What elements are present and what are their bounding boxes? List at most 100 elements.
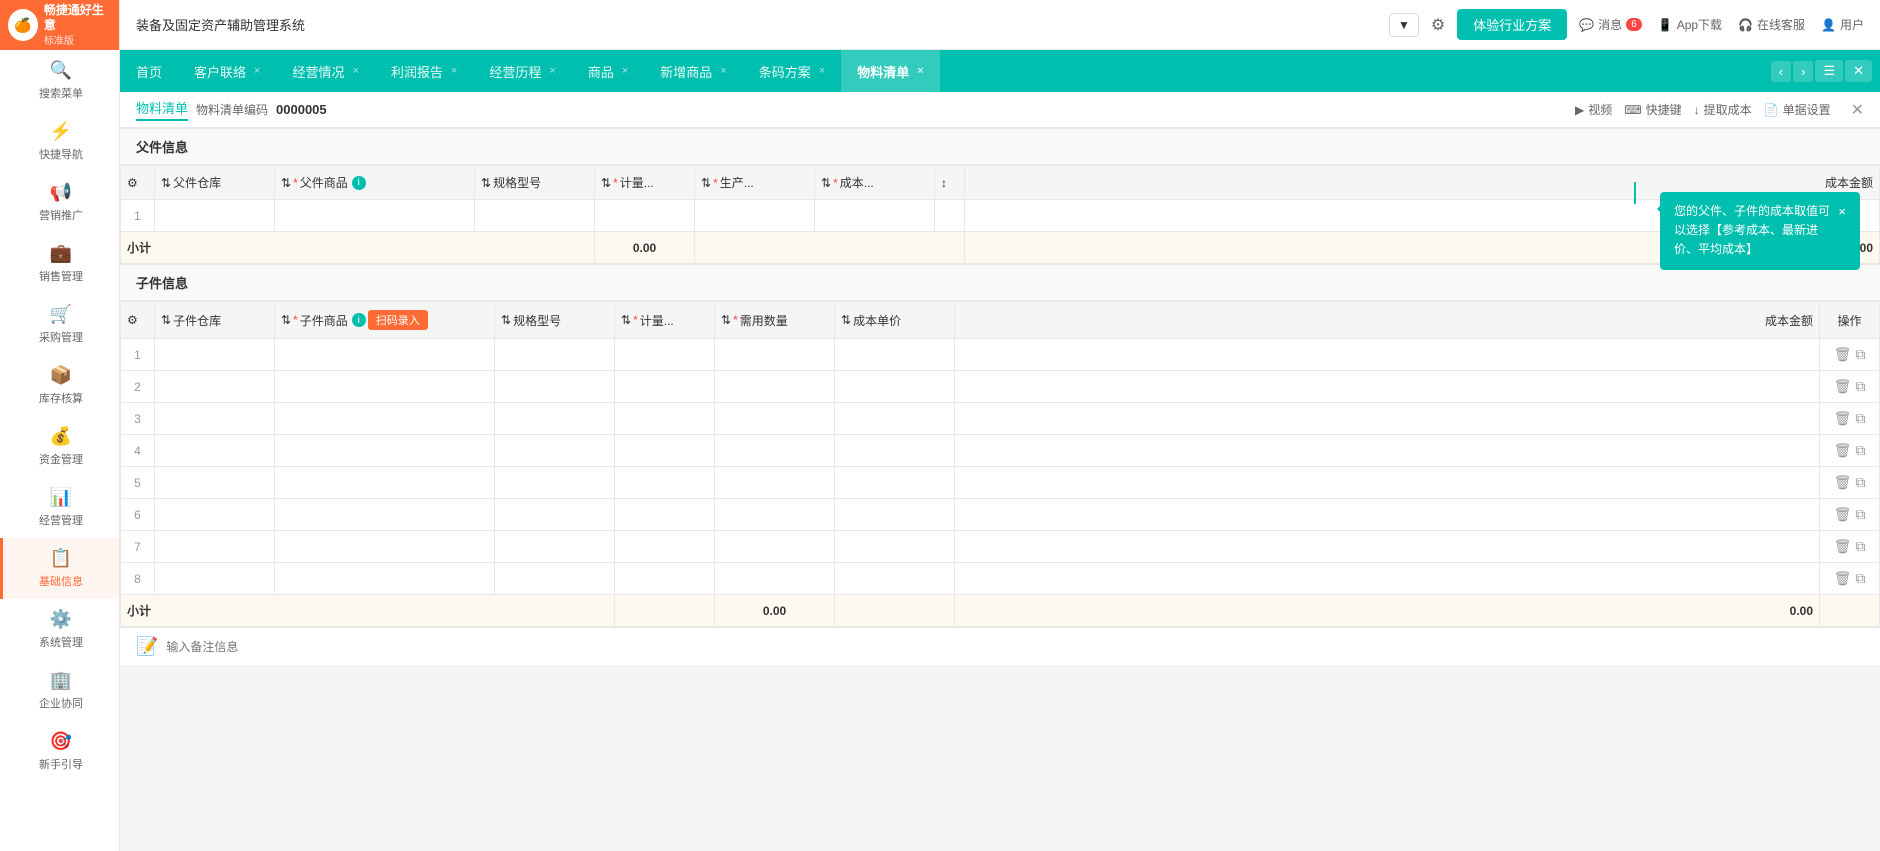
child-row-qty[interactable]	[715, 435, 835, 467]
child-row-spec[interactable]	[495, 467, 615, 499]
tooltip-close-btn[interactable]: ×	[1838, 202, 1846, 223]
tab-customer-close[interactable]: ×	[254, 65, 260, 77]
sidebar-item-inventory[interactable]: 📦 库存核算	[0, 355, 119, 416]
tab-barcode[interactable]: 条码方案 ×	[743, 50, 841, 92]
online-service-btn[interactable]: 🎧 在线客服	[1738, 16, 1805, 33]
sidebar-item-sales[interactable]: 💼 销售管理	[0, 233, 119, 294]
tab-products[interactable]: 商品 ×	[572, 50, 644, 92]
child-row-qty[interactable]	[715, 531, 835, 563]
system-selector[interactable]: ▼	[1389, 13, 1419, 37]
child-row-product[interactable]	[275, 371, 495, 403]
parent-row-product[interactable]	[275, 200, 475, 232]
child-row-product[interactable]	[275, 339, 495, 371]
sidebar-item-purchase[interactable]: 🛒 采购管理	[0, 294, 119, 355]
child-row-qty[interactable]	[715, 371, 835, 403]
sidebar-item-search[interactable]: 🔍 搜索菜单	[0, 50, 119, 111]
child-row-warehouse[interactable]	[155, 499, 275, 531]
child-row-cost-price[interactable]	[835, 563, 955, 595]
child-row-product[interactable]	[275, 467, 495, 499]
tab-new-product[interactable]: 新增商品 ×	[644, 50, 742, 92]
child-row-cost-price[interactable]	[835, 531, 955, 563]
note-input[interactable]	[166, 640, 1864, 654]
tab-operation-status-close[interactable]: ×	[352, 65, 358, 77]
child-row-cost-price[interactable]	[835, 467, 955, 499]
delete-icon[interactable]: 🗑	[1834, 410, 1852, 427]
tab-barcode-close[interactable]: ×	[819, 65, 825, 77]
child-row-qty[interactable]	[715, 467, 835, 499]
delete-icon[interactable]: 🗑	[1834, 474, 1852, 491]
tab-home[interactable]: 首页	[120, 50, 178, 92]
child-row-product[interactable]	[275, 403, 495, 435]
copy-icon[interactable]: ⧉	[1855, 506, 1865, 523]
child-row-spec[interactable]	[495, 403, 615, 435]
child-row-cost-price[interactable]	[835, 499, 955, 531]
tab-new-product-close[interactable]: ×	[720, 65, 726, 77]
trial-button[interactable]: 体验行业方案	[1457, 9, 1567, 40]
delete-icon[interactable]: 🗑	[1834, 346, 1852, 363]
message-btn[interactable]: 💬 消息 6	[1579, 16, 1642, 33]
child-row-product[interactable]	[275, 531, 495, 563]
copy-icon[interactable]: ⧉	[1855, 538, 1865, 555]
tab-close-all-btn[interactable]: ✕	[1845, 60, 1872, 82]
child-row-warehouse[interactable]	[155, 339, 275, 371]
child-row-unit[interactable]	[615, 403, 715, 435]
delete-icon[interactable]: 🗑	[1834, 538, 1852, 555]
parent-row-spec[interactable]	[475, 200, 595, 232]
tab-operation-status[interactable]: 经营情况 ×	[276, 50, 374, 92]
tab-customer[interactable]: 客户联络 ×	[178, 50, 276, 92]
tab-bom-close[interactable]: ×	[917, 65, 923, 77]
child-row-warehouse[interactable]	[155, 403, 275, 435]
child-row-qty[interactable]	[715, 563, 835, 595]
view-action[interactable]: ▶ 视频	[1575, 101, 1612, 118]
child-row-product[interactable]	[275, 435, 495, 467]
child-row-spec[interactable]	[495, 435, 615, 467]
child-row-qty[interactable]	[715, 339, 835, 371]
tab-bom[interactable]: 物料清单 ×	[841, 50, 939, 92]
child-row-cost-price[interactable]	[835, 403, 955, 435]
copy-icon[interactable]: ⧉	[1855, 378, 1865, 395]
child-row-cost-price[interactable]	[835, 339, 955, 371]
child-row-spec[interactable]	[495, 339, 615, 371]
child-row-unit[interactable]	[615, 467, 715, 499]
child-row-product[interactable]	[275, 499, 495, 531]
parent-row-warehouse[interactable]	[155, 200, 275, 232]
child-row-unit[interactable]	[615, 371, 715, 403]
tab-operation-history[interactable]: 经营历程 ×	[473, 50, 571, 92]
delete-icon[interactable]: 🗑	[1834, 506, 1852, 523]
child-row-warehouse[interactable]	[155, 531, 275, 563]
sidebar-item-guide[interactable]: 🎯 新手引导	[0, 721, 119, 782]
copy-icon[interactable]: ⧉	[1855, 410, 1865, 427]
user-btn[interactable]: 👤 用户	[1821, 16, 1864, 33]
settings-icon[interactable]: ⚙	[1431, 15, 1445, 35]
delete-icon[interactable]: 🗑	[1834, 442, 1852, 459]
delete-icon[interactable]: 🗑	[1834, 378, 1852, 395]
child-row-warehouse[interactable]	[155, 467, 275, 499]
copy-icon[interactable]: ⧉	[1855, 442, 1865, 459]
sidebar-item-enterprise[interactable]: 🏢 企业协同	[0, 660, 119, 721]
parent-row-cost[interactable]	[815, 200, 935, 232]
sidebar-item-quick-nav[interactable]: ⚡ 快捷导航	[0, 111, 119, 172]
child-row-product[interactable]	[275, 563, 495, 595]
child-row-warehouse[interactable]	[155, 371, 275, 403]
child-row-unit[interactable]	[615, 339, 715, 371]
extract-cost-action[interactable]: ↓ 提取成本	[1694, 101, 1752, 118]
child-row-unit[interactable]	[615, 563, 715, 595]
page-close-btn[interactable]: ✕	[1851, 100, 1864, 120]
sidebar-item-finance[interactable]: 💰 资金管理	[0, 416, 119, 477]
copy-icon[interactable]: ⧉	[1855, 570, 1865, 587]
single-settings-action[interactable]: 📄 单据设置	[1764, 101, 1831, 118]
sidebar-item-operation[interactable]: 📊 经营管理	[0, 477, 119, 538]
child-row-spec[interactable]	[495, 371, 615, 403]
copy-icon[interactable]: ⧉	[1855, 474, 1865, 491]
child-row-spec[interactable]	[495, 531, 615, 563]
tab-products-close[interactable]: ×	[622, 65, 628, 77]
tab-prev-btn[interactable]: ‹	[1771, 61, 1791, 82]
child-row-unit[interactable]	[615, 435, 715, 467]
child-row-unit[interactable]	[615, 499, 715, 531]
sidebar-item-basic[interactable]: 📋 基础信息	[0, 538, 119, 599]
app-download-btn[interactable]: 📱 App下载	[1658, 16, 1722, 33]
child-row-qty[interactable]	[715, 403, 835, 435]
parent-row-unit[interactable]	[595, 200, 695, 232]
child-row-warehouse[interactable]	[155, 435, 275, 467]
child-row-warehouse[interactable]	[155, 563, 275, 595]
